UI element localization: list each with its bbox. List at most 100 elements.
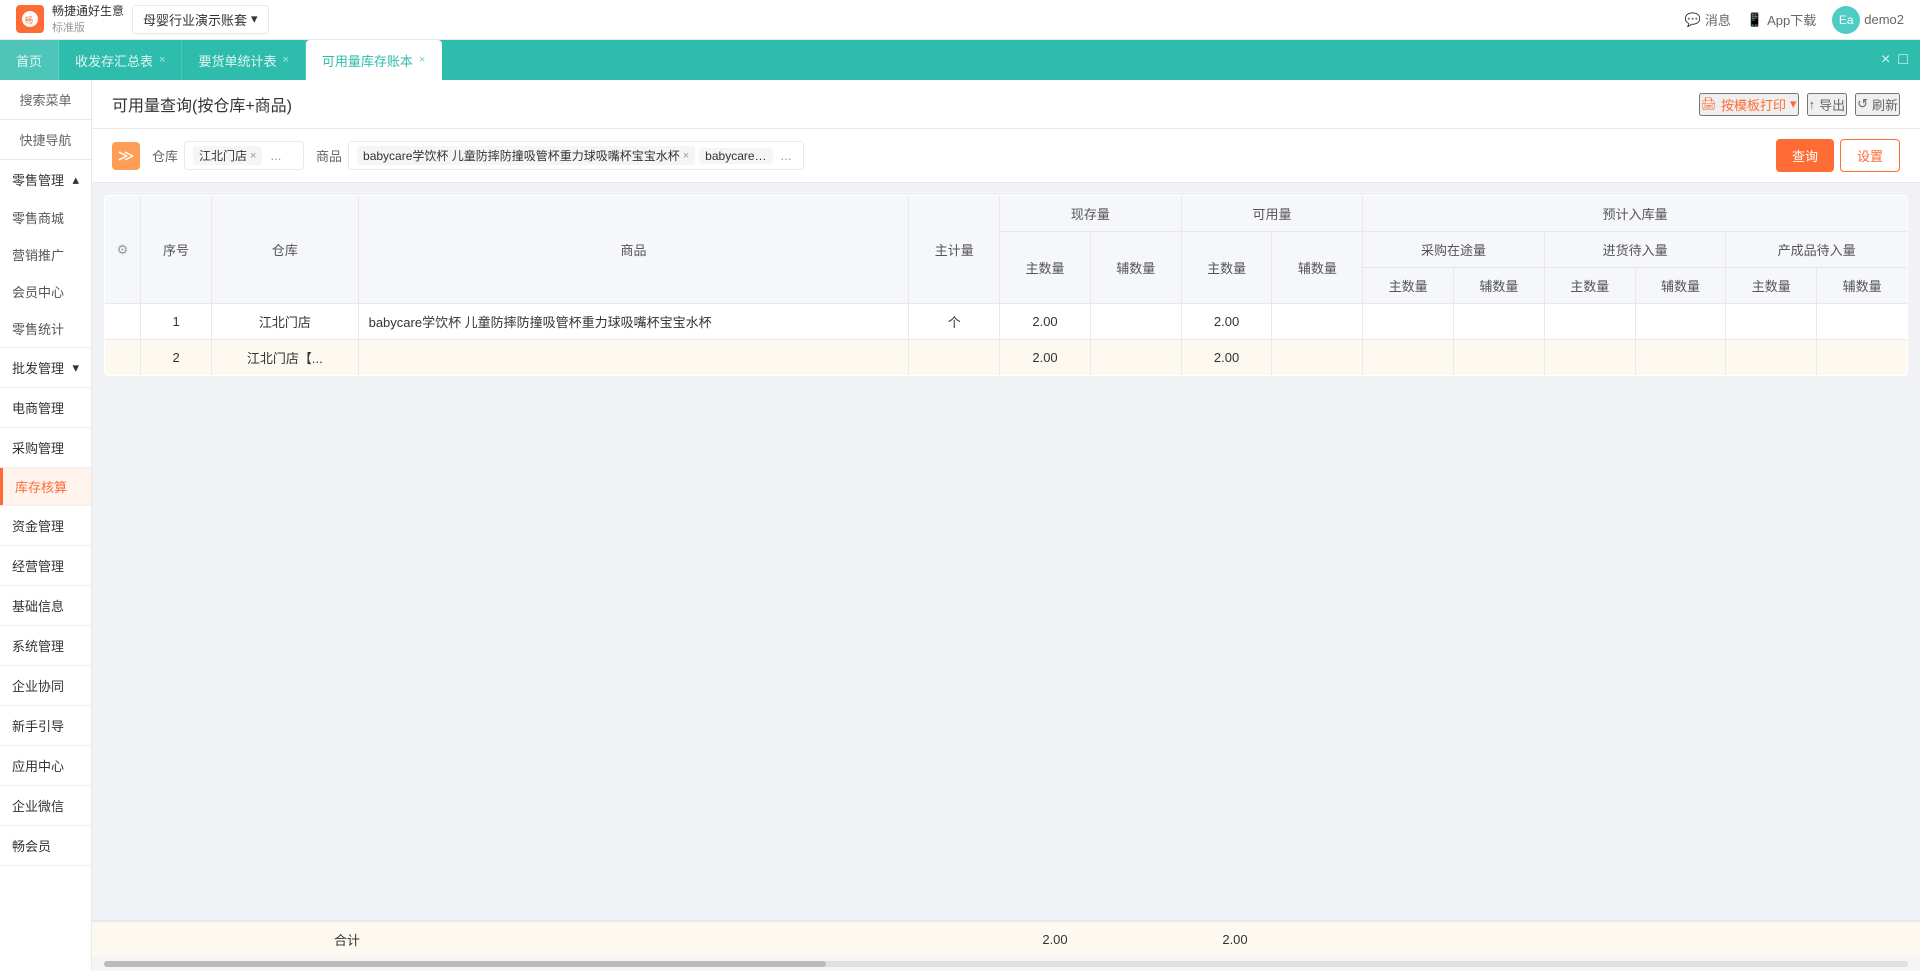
top-bar: 畅 畅捷通好生意 标准版 母婴行业演示账套 ▾ 💬 消息 📱 App下载 Ea … bbox=[0, 0, 1920, 40]
tab1-close-icon[interactable]: × bbox=[159, 54, 165, 66]
footer-stock-main-total: 2.00 bbox=[1010, 932, 1100, 947]
sidebar-group-ecommerce-header[interactable]: 电商管理 bbox=[0, 388, 91, 427]
fin-aux-header: 辅数量 bbox=[1817, 268, 1908, 304]
tab3-close-icon[interactable]: × bbox=[419, 54, 425, 66]
sidebar-group-purchase-label: 采购管理 bbox=[12, 438, 64, 457]
row-inc-main-cell bbox=[1544, 340, 1635, 376]
tab-available-stock[interactable]: 可用量库存账本 × bbox=[306, 40, 442, 80]
sidebar-group-purchase-header[interactable]: 采购管理 bbox=[0, 428, 91, 467]
phone-icon: 📱 bbox=[1747, 12, 1763, 28]
horizontal-scrollbar[interactable] bbox=[92, 957, 1920, 971]
sidebar-group-retail-header[interactable]: 零售管理 ▴ bbox=[0, 160, 91, 199]
chevron-down-icon-wholesale: ▾ bbox=[72, 360, 79, 376]
product-tag1-close[interactable]: × bbox=[683, 150, 689, 162]
tab-close-all-icon[interactable]: × bbox=[1881, 51, 1890, 69]
inc-aux-header: 辅数量 bbox=[1635, 268, 1726, 304]
settings-button[interactable]: 设置 bbox=[1840, 139, 1900, 172]
main-layout: 搜索菜单 快捷导航 零售管理 ▴ 零售商城 营销推广 会员中心 零售统计 批发管… bbox=[0, 80, 1920, 971]
tab3-label: 可用量库存账本 bbox=[322, 51, 413, 70]
warehouse-more-button[interactable]: ... bbox=[266, 148, 285, 163]
sidebar-group-basic-info-header[interactable]: 基础信息 bbox=[0, 586, 91, 625]
row-stock-main-cell: 2.00 bbox=[1000, 304, 1091, 340]
row-stock-aux-cell bbox=[1090, 340, 1181, 376]
tab2-close-icon[interactable]: × bbox=[282, 54, 288, 66]
warehouse-filter-field: 仓库 江北门店 × ... bbox=[152, 141, 304, 170]
sidebar-group-wechat-header[interactable]: 企业微信 bbox=[0, 786, 91, 825]
sidebar-group-system: 系统管理 bbox=[0, 626, 91, 666]
sidebar-item-marketing[interactable]: 营销推广 bbox=[0, 236, 91, 273]
row-avail-main-cell: 2.00 bbox=[1181, 304, 1272, 340]
sidebar-group-retail-label: 零售管理 bbox=[12, 170, 64, 189]
industry-selector[interactable]: 母婴行业演示账套 ▾ bbox=[132, 5, 269, 34]
scrollbar-track bbox=[104, 961, 1908, 967]
table-row: 1 江北门店 babycare学饮杯 儿童防摔防撞吸管杯重力球吸嘴杯宝宝水杯 个… bbox=[105, 304, 1908, 340]
message-button[interactable]: 💬 消息 bbox=[1685, 10, 1731, 29]
app-title-block: 畅捷通好生意 标准版 bbox=[52, 4, 124, 34]
tab-receive-summary[interactable]: 收发存汇总表 × bbox=[59, 40, 182, 80]
query-button[interactable]: 查询 bbox=[1776, 139, 1834, 172]
unit-col-header: 主计量 bbox=[909, 196, 1000, 304]
sidebar-group-vip-header[interactable]: 畅会员 bbox=[0, 826, 91, 865]
sidebar-group-enterprise-header[interactable]: 企业协同 bbox=[0, 666, 91, 705]
warehouse-label: 仓库 bbox=[152, 146, 178, 165]
row-warehouse-cell: 江北门店【... bbox=[212, 340, 358, 376]
row-pur-aux-cell bbox=[1454, 304, 1545, 340]
warehouse-tag-close[interactable]: × bbox=[250, 150, 256, 162]
stock-group-header: 现存量 bbox=[1000, 196, 1182, 232]
sidebar-group-ecommerce-label: 电商管理 bbox=[12, 398, 64, 417]
tab-order-statistics[interactable]: 要货单统计表 × bbox=[182, 40, 305, 80]
sidebar-search[interactable]: 搜索菜单 bbox=[0, 80, 91, 120]
sidebar-group-inventory: 库存核算 bbox=[0, 468, 91, 506]
sidebar-group-operations: 经营管理 bbox=[0, 546, 91, 586]
row-settings-cell bbox=[105, 340, 141, 376]
footer-avail-main-total: 2.00 bbox=[1190, 932, 1280, 947]
sidebar-group-inventory-header[interactable]: 库存核算 bbox=[0, 468, 91, 505]
sidebar-group-finance-label: 资金管理 bbox=[12, 516, 64, 535]
app-subtitle: 标准版 bbox=[52, 19, 124, 35]
user-name: demo2 bbox=[1864, 12, 1904, 27]
template-print-button[interactable]: 🖨 按模板打印 ▾ bbox=[1699, 93, 1799, 116]
refresh-icon: ↺ bbox=[1857, 96, 1868, 112]
sidebar-group-system-header[interactable]: 系统管理 bbox=[0, 626, 91, 665]
nav-tabs-actions: × □ bbox=[1869, 40, 1920, 80]
stock-aux-header: 辅数量 bbox=[1090, 232, 1181, 304]
sidebar-item-retail-mall[interactable]: 零售商城 bbox=[0, 199, 91, 236]
product-input[interactable]: babycare学饮杯 儿童防摔防撞吸管杯重力球吸嘴杯宝宝水杯 × babyca… bbox=[348, 141, 804, 170]
table-body: 1 江北门店 babycare学饮杯 儿童防摔防撞吸管杯重力球吸嘴杯宝宝水杯 个… bbox=[105, 304, 1908, 376]
sidebar-group-apps-label: 应用中心 bbox=[12, 756, 64, 775]
sidebar-group-wholesale-header[interactable]: 批发管理 ▾ bbox=[0, 348, 91, 387]
refresh-button[interactable]: ↺ 刷新 bbox=[1855, 93, 1900, 116]
pur-main-header: 主数量 bbox=[1363, 268, 1454, 304]
page-title: 可用量查询(按仓库+商品) bbox=[112, 92, 292, 116]
app-download-button[interactable]: 📱 App下载 bbox=[1747, 10, 1816, 29]
sidebar-group-enterprise: 企业协同 bbox=[0, 666, 91, 706]
row-pur-main-cell bbox=[1363, 304, 1454, 340]
row-product-cell: babycare学饮杯 儿童防摔防撞吸管杯重力球吸嘴杯宝宝水杯 bbox=[358, 304, 909, 340]
sidebar-group-apps-header[interactable]: 应用中心 bbox=[0, 746, 91, 785]
sidebar-group-operations-header[interactable]: 经营管理 bbox=[0, 546, 91, 585]
row-warehouse-cell: 江北门店 bbox=[212, 304, 358, 340]
sidebar-group-finance-header[interactable]: 资金管理 bbox=[0, 506, 91, 545]
sidebar-group-newbie-header[interactable]: 新手引导 bbox=[0, 706, 91, 745]
sidebar-group-wholesale: 批发管理 ▾ bbox=[0, 348, 91, 388]
sidebar-quick-nav[interactable]: 快捷导航 bbox=[0, 120, 91, 160]
sidebar-item-retail-stats[interactable]: 零售统计 bbox=[0, 310, 91, 347]
warehouse-input[interactable]: 江北门店 × ... bbox=[184, 141, 304, 170]
row-product-cell bbox=[358, 340, 909, 376]
filter-toggle-button[interactable]: ≫ bbox=[112, 142, 140, 170]
tab-home[interactable]: 首页 bbox=[0, 40, 59, 80]
row-fin-aux-cell bbox=[1817, 304, 1908, 340]
user-profile[interactable]: Ea demo2 bbox=[1832, 6, 1904, 34]
export-button[interactable]: ↑ 导出 bbox=[1807, 93, 1848, 116]
tab2-label: 要货单统计表 bbox=[198, 51, 276, 70]
logo-icon: 畅 bbox=[16, 5, 44, 33]
column-settings-icon[interactable]: ⚙ bbox=[117, 242, 129, 257]
sidebar-item-members[interactable]: 会员中心 bbox=[0, 273, 91, 310]
product-more-button[interactable]: ... bbox=[777, 148, 796, 163]
tab-maximize-icon[interactable]: □ bbox=[1898, 51, 1908, 69]
forecast-group-header: 预计入库量 bbox=[1363, 196, 1908, 232]
sidebar-group-operations-label: 经营管理 bbox=[12, 556, 64, 575]
message-icon: 💬 bbox=[1685, 12, 1701, 28]
avatar: Ea bbox=[1832, 6, 1860, 34]
table-area: ⚙ 序号 仓库 商品 主计量 现存量 可用量 预计入库量 主数量 辅数量 主数量 bbox=[92, 183, 1920, 920]
